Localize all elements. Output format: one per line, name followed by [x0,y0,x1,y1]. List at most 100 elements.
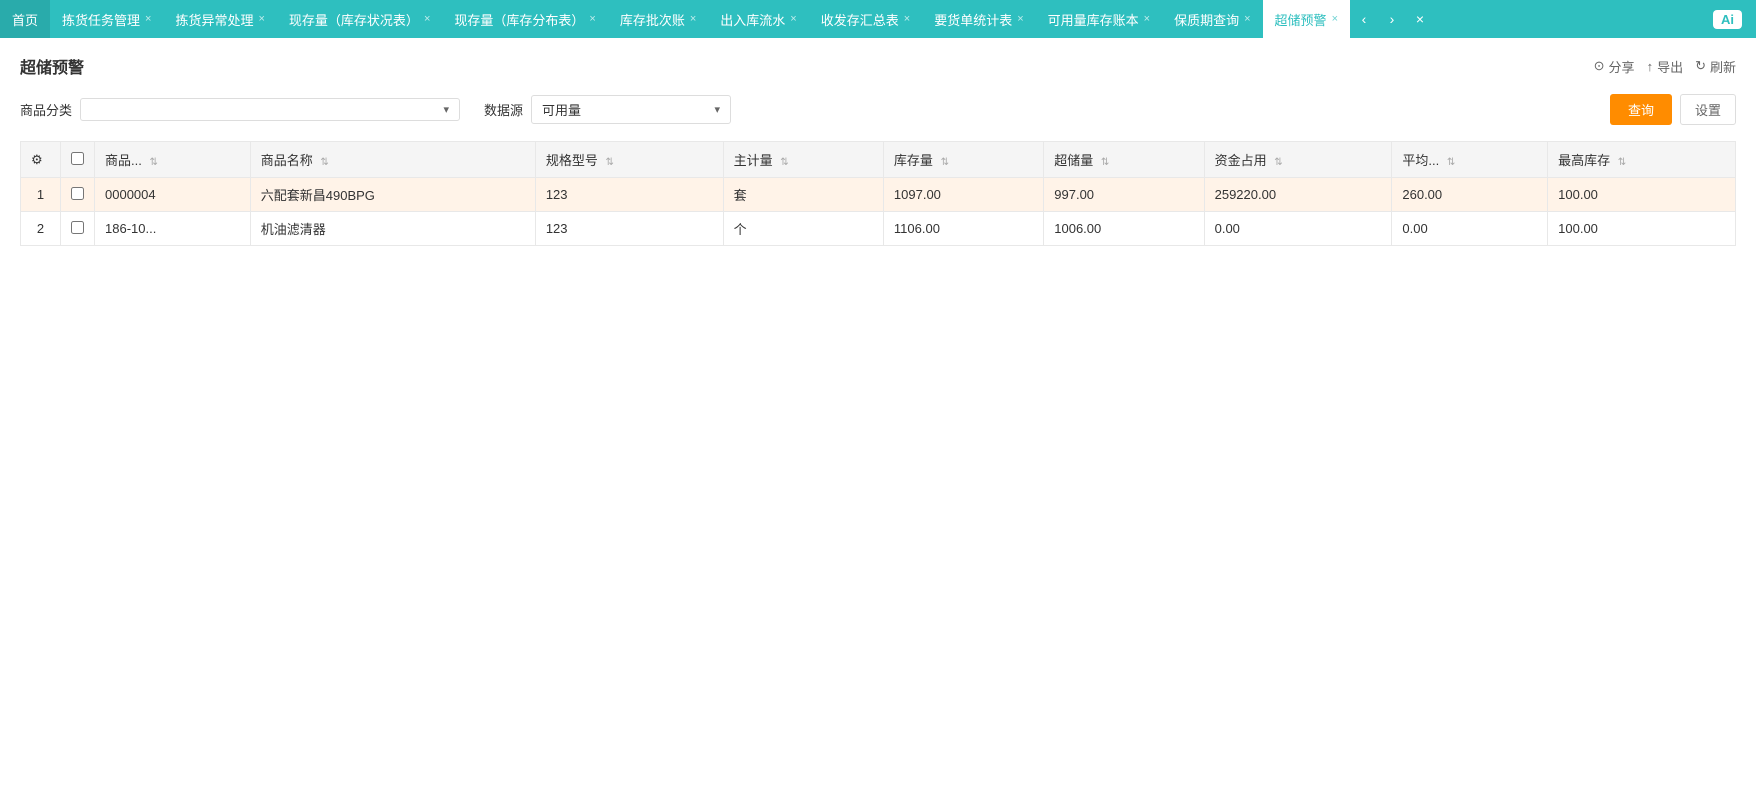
datasource-label: 数据源 [484,100,523,119]
col-product-name[interactable]: 商品名称 ⇅ [250,142,535,178]
topbar-inventory-status[interactable]: 现存量（库存状况表） × [277,0,442,38]
topbar-flow-label: 出入库流水 [720,10,785,29]
topbar-order-stats-label: 要货单统计表 [934,10,1012,29]
settings-gear-header[interactable]: ⚙ [21,142,61,178]
cell-product-name: 机油滤清器 [250,212,535,246]
refresh-label: 刷新 [1710,57,1736,76]
topbar-expiry-label: 保质期查询 [1174,10,1239,29]
cell-spec: 123 [535,178,723,212]
topbar-inventory-dist-label: 现存量（库存分布表） [454,10,584,29]
row-checkbox[interactable] [71,187,84,200]
export-button[interactable]: ↑ 导出 [1647,57,1684,76]
table-header-row: ⚙ 商品... ⇅ 商品名称 ⇅ 规格型号 ⇅ 主计量 [21,142,1736,178]
topbar-order-stats[interactable]: 要货单统计表 × [922,0,1035,38]
settings-button[interactable]: 设置 [1680,94,1736,125]
select-all-checkbox[interactable] [71,152,84,165]
topbar-overstock[interactable]: 超储预警 × [1263,0,1350,38]
row-checkbox[interactable] [71,221,84,234]
sort-icon: ⇅ [941,157,949,168]
topbar-flow[interactable]: 出入库流水 × [708,0,808,38]
cell-capital: 259220.00 [1204,178,1392,212]
data-table: ⚙ 商品... ⇅ 商品名称 ⇅ 规格型号 ⇅ 主计量 [20,141,1736,246]
main-content: 超储预警 ⊙ 分享 ↑ 导出 ↻ 刷新 商品分类 ▾ 数据源 [0,38,1756,800]
category-label: 商品分类 [20,100,72,119]
col-overstock-label: 超储量 [1054,153,1093,168]
cell-product-code: 0000004 [95,178,251,212]
close-icon[interactable]: × [690,13,696,25]
topbar-next-btn[interactable]: › [1378,0,1406,38]
close-icon[interactable]: × [258,13,264,25]
sort-icon: ⇅ [149,157,157,168]
cell-max-stock: 100.00 [1548,212,1736,246]
refresh-button[interactable]: ↻ 刷新 [1695,57,1736,76]
share-button[interactable]: ⊙ 分享 [1594,57,1635,76]
datasource-select[interactable]: 可用量 ▾ [531,95,731,124]
export-icon: ↑ [1647,59,1654,74]
row-checkbox-cell[interactable] [61,212,95,246]
sort-icon: ⇅ [1447,157,1455,168]
topbar-exception[interactable]: 拣货异常处理 × [163,0,276,38]
sort-icon: ⇅ [1274,157,1282,168]
topbar-summary-label: 收发存汇总表 [821,10,899,29]
col-avg[interactable]: 平均... ⇅ [1392,142,1548,178]
close-icon[interactable]: × [145,13,151,25]
row-checkbox-cell[interactable] [61,178,95,212]
col-product-name-label: 商品名称 [261,153,313,168]
share-label: 分享 [1609,57,1635,76]
category-filter: 商品分类 ▾ [20,98,460,121]
ai-badge[interactable]: Ai [1713,10,1742,29]
chevron-down-icon: ▾ [443,103,449,116]
topbar: 首页 拣货任务管理 × 拣货异常处理 × 现存量（库存状况表） × 现存量（库存… [0,0,1756,38]
col-spec[interactable]: 规格型号 ⇅ [535,142,723,178]
topbar-overstock-label: 超储预警 [1275,10,1327,29]
topbar-batch[interactable]: 库存批次账 × [608,0,708,38]
topbar-right: Ai [1713,10,1756,29]
close-icon[interactable]: × [904,13,910,25]
cell-stock: 1097.00 [883,178,1043,212]
sort-icon: ⇅ [320,157,328,168]
col-stock[interactable]: 库存量 ⇅ [883,142,1043,178]
col-product-code-label: 商品... [105,153,142,168]
topbar-avail-stock-label: 可用量库存账本 [1048,10,1139,29]
col-capital[interactable]: 资金占用 ⇅ [1204,142,1392,178]
col-capital-label: 资金占用 [1215,153,1267,168]
topbar-task-mgmt-label: 拣货任务管理 [62,10,140,29]
col-unit[interactable]: 主计量 ⇅ [723,142,883,178]
select-all-header[interactable] [61,142,95,178]
topbar-inventory-dist[interactable]: 现存量（库存分布表） × [442,0,607,38]
header-actions: ⊙ 分享 ↑ 导出 ↻ 刷新 [1594,57,1736,76]
topbar-batch-label: 库存批次账 [620,10,685,29]
datasource-filter: 数据源 可用量 ▾ [484,95,731,124]
col-overstock[interactable]: 超储量 ⇅ [1044,142,1204,178]
close-icon[interactable]: × [1017,13,1023,25]
chevron-down-icon: ▾ [715,103,721,116]
cell-product-name: 六配套新昌490BPG [250,178,535,212]
sort-icon: ⇅ [605,157,613,168]
close-icon[interactable]: × [1332,13,1338,25]
topbar-expiry[interactable]: 保质期查询 × [1162,0,1262,38]
close-icon[interactable]: × [589,13,595,25]
row-number: 2 [21,212,61,246]
topbar-task-mgmt[interactable]: 拣货任务管理 × [50,0,163,38]
cell-avg: 260.00 [1392,178,1548,212]
col-max-stock[interactable]: 最高库存 ⇅ [1548,142,1736,178]
datasource-value: 可用量 [542,100,581,119]
cell-overstock: 997.00 [1044,178,1204,212]
topbar-prev-btn[interactable]: ‹ [1350,0,1378,38]
cell-unit: 套 [723,178,883,212]
close-icon[interactable]: × [790,13,796,25]
col-product-code[interactable]: 商品... ⇅ [95,142,251,178]
cell-capital: 0.00 [1204,212,1392,246]
topbar-close-all-btn[interactable]: × [1406,0,1434,38]
close-icon[interactable]: × [1244,13,1250,25]
topbar-home[interactable]: 首页 [0,0,50,38]
close-icon[interactable]: × [424,13,430,25]
query-button[interactable]: 查询 [1610,94,1672,125]
topbar-avail-stock[interactable]: 可用量库存账本 × [1036,0,1162,38]
topbar-summary[interactable]: 收发存汇总表 × [809,0,922,38]
share-icon: ⊙ [1594,58,1605,74]
category-select[interactable]: ▾ [80,98,460,121]
col-spec-label: 规格型号 [546,153,598,168]
close-icon[interactable]: × [1144,13,1150,25]
cell-overstock: 1006.00 [1044,212,1204,246]
